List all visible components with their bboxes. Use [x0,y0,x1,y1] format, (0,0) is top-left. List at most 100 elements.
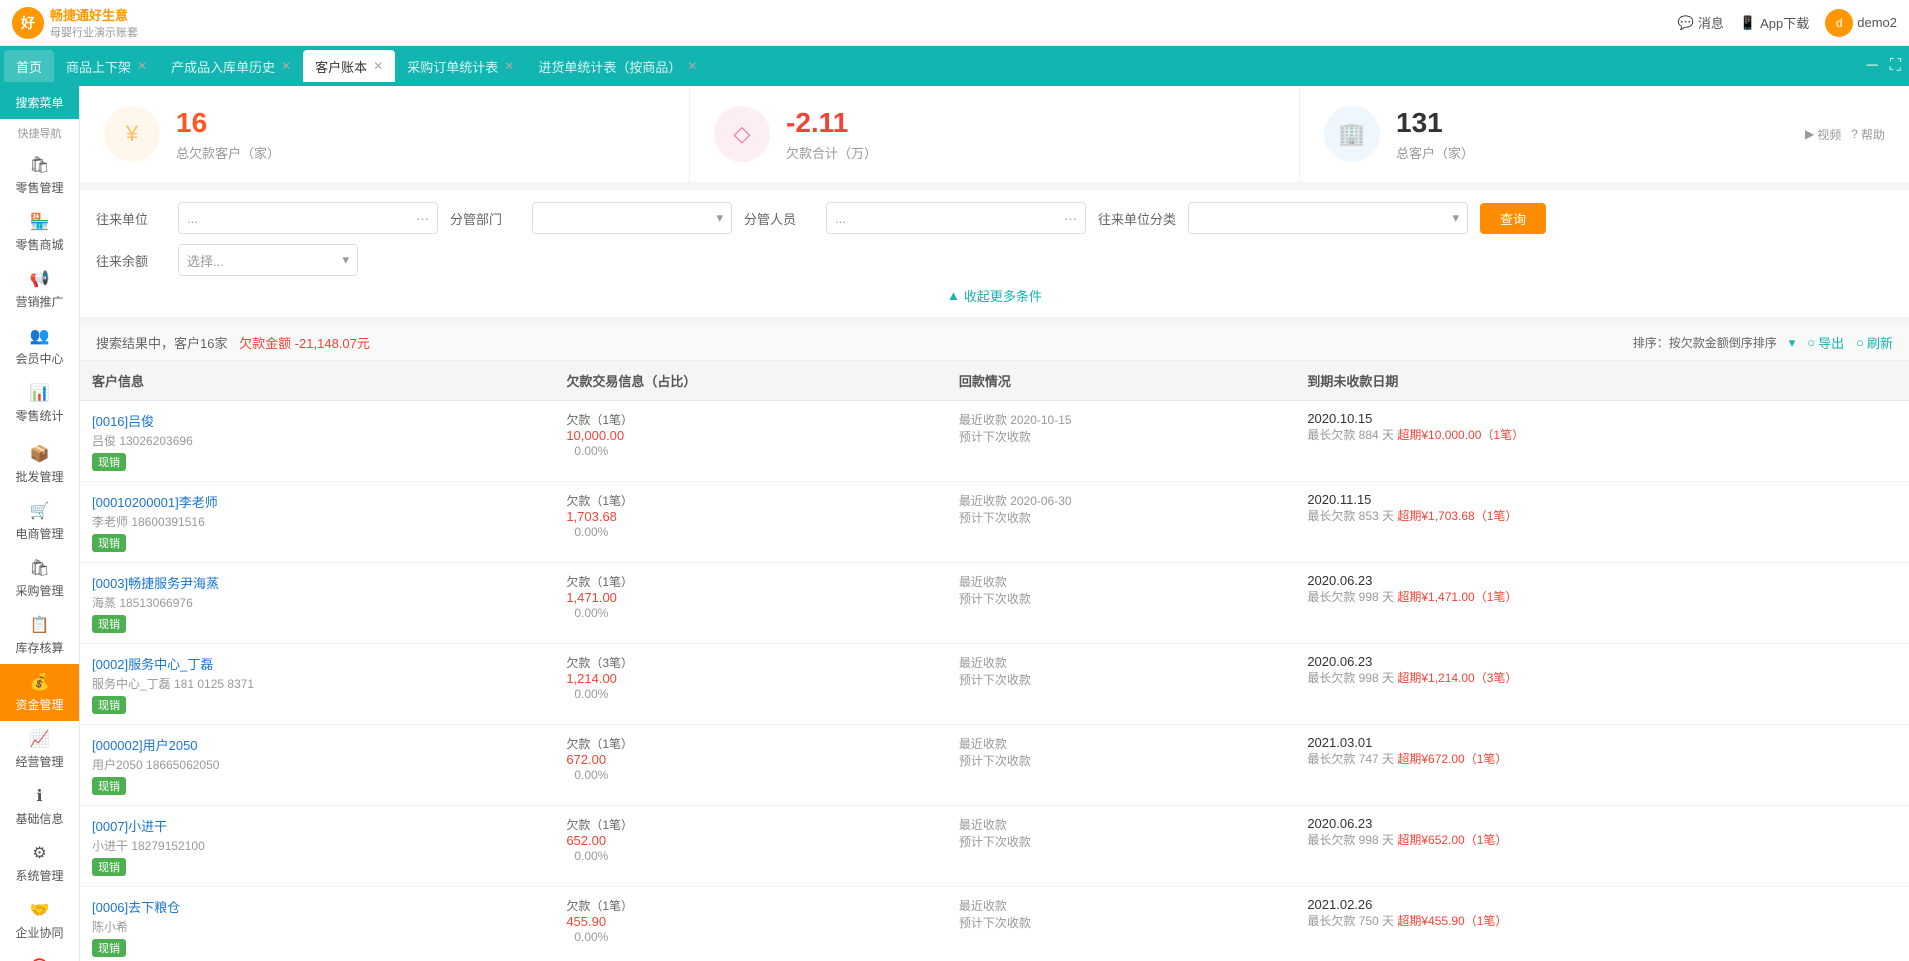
overdue-link[interactable]: 超期¥1,214.00（3笔） [1397,671,1517,685]
table-row: [00010200001]李老师 李老师 18600391516 现销 欠款（1… [80,482,1909,563]
message-btn[interactable]: 💬 消息 [1678,13,1724,32]
from-unit-input[interactable]: ... ··· [178,202,438,234]
tab-product-history[interactable]: 产成品入库单历史 ✕ [159,50,303,82]
tab-incoming-stats[interactable]: 进货单统计表（按商品） ✕ [526,50,709,82]
debt-amount[interactable]: 1,214.00 [566,671,935,686]
basic-icon: ℹ [36,786,42,806]
query-button[interactable]: 查询 [1480,203,1546,234]
overdue-link[interactable]: 超期¥455.90（1笔） [1397,914,1507,928]
collapse-button[interactable]: ▲ 收起更多条件 [96,286,1893,305]
tab-home[interactable]: 首页 [4,50,54,82]
filter-area: 往来单位 ... ··· 分管部门 ▾ 分管人员 ... ··· 往来单位分类 [80,190,1909,317]
customer-name-link[interactable]: [0016]吕俊 [92,411,542,430]
help-icon: ? [1851,127,1858,141]
close-icon[interactable]: ✕ [373,59,383,73]
due-date: 2020.10.15 [1307,411,1897,426]
sidebar-item-ops[interactable]: 📈 经营管理 [0,721,79,778]
debt-amount[interactable]: 1,703.68 [566,509,935,524]
unit-class-select[interactable]: ▾ [1188,202,1468,234]
sidebar-item-guide[interactable]: 🎯 新手引导 [0,949,79,961]
table-header-row: 客户信息 欠款交易信息（占比） 回款情况 到期未收款日期 [80,361,1909,401]
customer-name-link[interactable]: [0003]畅捷服务尹海蒸 [92,573,542,592]
chevron-down-icon: ▾ [1452,210,1459,226]
overdue-link[interactable]: 超期¥1,703.68（1笔） [1397,509,1517,523]
debt-percent: 0.00% [574,687,608,701]
balance-select[interactable]: 选择... ▾ [178,244,358,276]
user-menu[interactable]: d demo2 [1825,9,1897,37]
due-date: 2020.06.23 [1307,573,1897,588]
sidebar-item-basic[interactable]: ℹ 基础信息 [0,778,79,835]
sidebar-item-members[interactable]: 👥 会员中心 [0,318,79,375]
close-icon[interactable]: ✕ [281,59,291,73]
due-date-cell: 2021.03.01 最长欠款 747 天 超期¥672.00（1笔） [1295,725,1909,806]
overdue-link[interactable]: 超期¥1,471.00（1笔） [1397,590,1517,604]
customer-name-link[interactable]: [000002]用户2050 [92,735,542,754]
debt-amount[interactable]: 10,000.00 [566,428,935,443]
finance-icon: 💰 [30,672,50,692]
col-header-collect: 回款情况 [947,361,1295,401]
due-date-cell: 2020.06.23 最长欠款 998 天 超期¥1,471.00（1笔） [1295,563,1909,644]
sidebar-item-retail-mgmt[interactable]: 🛍 零售管理 [0,147,79,204]
customer-name-link[interactable]: [0007]小进干 [92,816,542,835]
video-help-btn[interactable]: ▶ 视频 [1805,126,1841,143]
purchase-icon: 🛍 [29,558,49,578]
top-right: 💬 消息 📱 App下载 d demo2 [1678,9,1897,37]
overdue-link[interactable]: 超期¥10,000.00（1笔） [1397,428,1524,442]
close-icon[interactable]: ✕ [137,59,147,73]
table-row: [0002]服务中心_丁磊 服务中心_丁磊 181 0125 8371 现销 欠… [80,644,1909,725]
app-download-btn[interactable]: 📱 App下载 [1740,13,1809,32]
close-icon[interactable]: ✕ [504,59,514,73]
dept-select[interactable]: ▾ [532,202,732,234]
batch-mgmt-icon: 📦 [30,444,50,464]
col-header-debt: 欠款交易信息（占比） [554,361,947,401]
refresh-button[interactable]: ○ 刷新 [1856,333,1893,352]
stats-row: ¥ 16 总欠款客户（家） ◇ -2.11 欠款合计（万） 🏢 131 总客户（… [80,86,1909,182]
help-btn[interactable]: ? 帮助 [1851,126,1885,143]
overdue-link[interactable]: 超期¥652.00（1笔） [1397,833,1507,847]
sidebar-item-finance[interactable]: 💰 资金管理 [0,664,79,721]
tab-product-online[interactable]: 商品上下架 ✕ [54,50,159,82]
tab-product-history-label: 产成品入库单历史 [171,57,275,76]
sidebar-item-retail-stats[interactable]: 📊 零售统计 [0,375,79,432]
customer-name-link[interactable]: [0006]去下粮仓 [92,897,542,916]
overdue-days: 最长欠款 998 天 超期¥1,471.00（1笔） [1307,588,1897,605]
sidebar-item-batch-mgmt[interactable]: 📦 批发管理 [0,436,79,493]
sidebar-item-label: 企业协同 [15,924,63,941]
stat-card-total-customers: 🏢 131 总客户（家） ▶ 视频 ? 帮助 [1300,86,1909,182]
debt-amount[interactable]: 1,471.00 [566,590,935,605]
customer-name-link[interactable]: [0002]服务中心_丁磊 [92,654,542,673]
table-row: [0007]小进干 小进干 18279152100 现销 欠款（1笔） 652.… [80,806,1909,887]
last-collect: 最近收款 [959,816,1283,833]
tab-purchase-order-label: 采购订单统计表 [407,57,498,76]
stat-debt-customers-number: 16 [176,107,280,139]
sidebar-item-sys[interactable]: ⚙ 系统管理 [0,835,79,892]
sidebar-item-marketing[interactable]: 📢 营销推广 [0,261,79,318]
sidebar-item-inventory[interactable]: 📋 库存核算 [0,607,79,664]
sidebar-item-purchase[interactable]: 🛍 采购管理 [0,550,79,607]
tab-purchase-order[interactable]: 采购订单统计表 ✕ [395,50,526,82]
debt-amount[interactable]: 652.00 [566,833,935,848]
minimize-icon[interactable]: ─ [1862,53,1881,79]
export-button[interactable]: ○ 导出 [1807,333,1844,352]
quick-nav[interactable]: 快捷导航 [0,119,79,147]
tab-home-label: 首页 [16,57,42,76]
manager-input[interactable]: ... ··· [826,202,1086,234]
export-label: 导出 [1818,333,1844,352]
sidebar-item-enterprise[interactable]: 🤝 企业协同 [0,892,79,949]
avatar: d [1825,9,1853,37]
last-collect: 最近收款 [959,573,1283,590]
last-collect: 最近收款 [959,897,1283,914]
maximize-icon[interactable]: ⛶ [1886,53,1905,79]
tab-customer-account[interactable]: 客户账本 ✕ [303,50,395,82]
overdue-link[interactable]: 超期¥672.00（1笔） [1397,752,1507,766]
sidebar-item-retail-store[interactable]: 🏪 零售商城 [0,204,79,261]
tab-product-online-label: 商品上下架 [66,57,131,76]
sidebar-search[interactable]: 搜索菜单 [0,86,79,119]
sidebar-item-ecom-mgmt[interactable]: 🛒 电商管理 [0,493,79,550]
close-icon[interactable]: ✕ [687,59,697,73]
ellipsis-icon: ··· [416,211,429,226]
debt-amount[interactable]: 455.90 [566,914,935,929]
logo-icon: 好 [12,7,44,39]
customer-name-link[interactable]: [00010200001]李老师 [92,492,542,511]
debt-amount[interactable]: 672.00 [566,752,935,767]
